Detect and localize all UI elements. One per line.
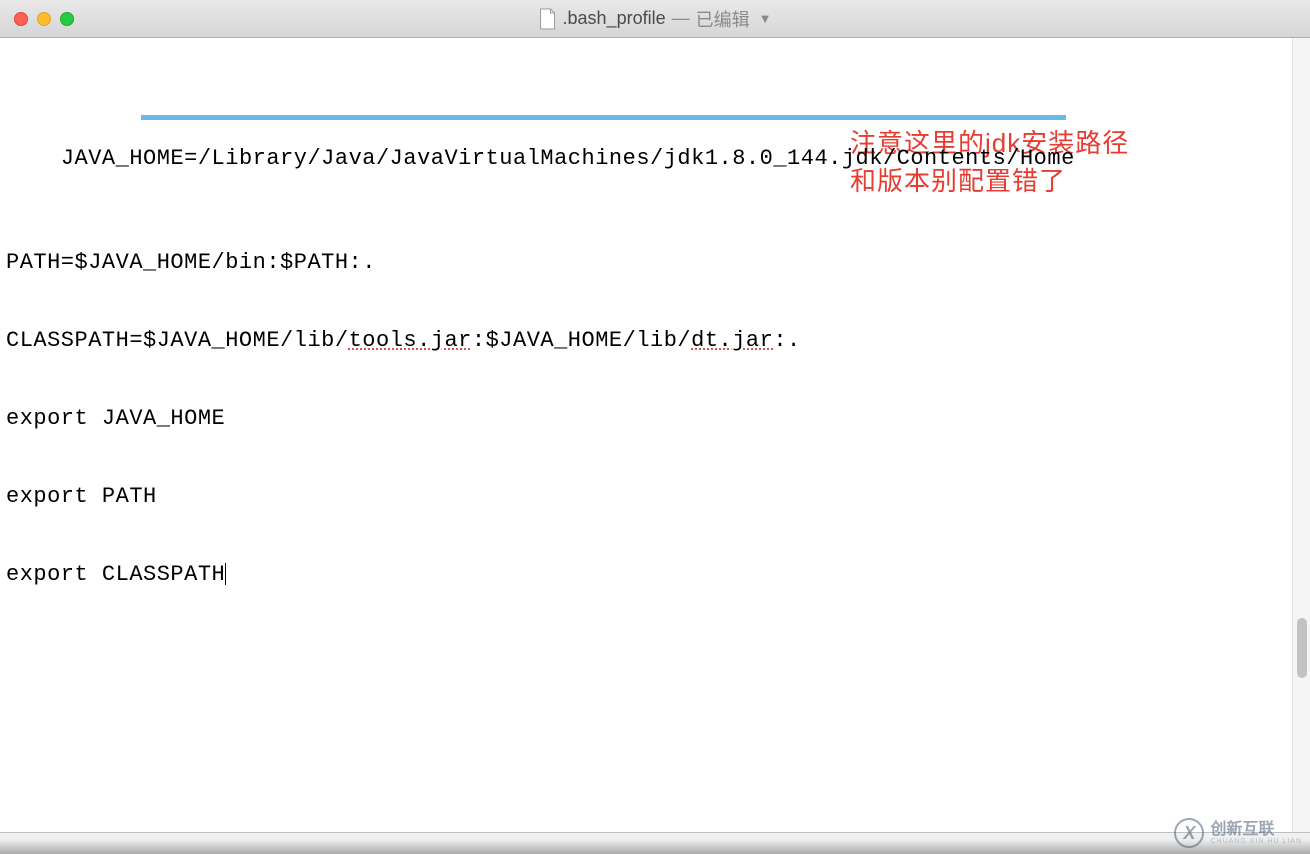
maximize-window-button[interactable] (60, 12, 74, 26)
text-editor-area[interactable]: JAVA_HOME=/Library/Java/JavaVirtualMachi… (0, 38, 1310, 670)
traffic-lights (0, 12, 74, 26)
code-export-classpath: export CLASSPATH (6, 562, 225, 587)
status-bar (0, 832, 1310, 854)
code-classpath-e: :. (773, 328, 800, 353)
code-line-2: PATH=$JAVA_HOME/bin:$PATH:. (6, 250, 1304, 276)
close-window-button[interactable] (14, 12, 28, 26)
title-center[interactable]: .bash_profile — 已编辑 ▼ (539, 6, 772, 32)
document-icon (539, 8, 557, 30)
code-line-4: export JAVA_HOME (6, 406, 1304, 432)
code-export-path: export PATH (6, 484, 157, 509)
code-classpath-c: :$JAVA_HOME/lib/ (472, 328, 691, 353)
window-titlebar: .bash_profile — 已编辑 ▼ (0, 0, 1310, 38)
minimize-window-button[interactable] (37, 12, 51, 26)
text-cursor (225, 563, 226, 585)
code-path: PATH=$JAVA_HOME/bin:$PATH:. (6, 250, 376, 275)
code-classpath-tools: tools.jar (349, 328, 472, 353)
chevron-down-icon[interactable]: ▼ (759, 11, 772, 26)
code-line-3: CLASSPATH=$JAVA_HOME/lib/tools.jar:$JAVA… (6, 328, 1304, 354)
title-status: 已编辑 (696, 6, 750, 32)
code-line-6: export CLASSPATH (6, 562, 1304, 588)
code-java-home-prefix: JAVA_HOME= (61, 146, 198, 171)
vertical-scrollbar-track[interactable] (1292, 38, 1310, 832)
code-line-5: export PATH (6, 484, 1304, 510)
code-export-java-home: export JAVA_HOME (6, 406, 225, 431)
vertical-scrollbar-thumb[interactable] (1297, 618, 1307, 678)
code-java-home-path: /Library/Java/JavaVirtualMachines/jdk1.8… (198, 146, 1075, 171)
title-filename: .bash_profile (563, 8, 666, 29)
code-classpath-a: CLASSPATH=$JAVA_HOME/lib/ (6, 328, 349, 353)
code-classpath-dt: dt.jar (691, 328, 773, 353)
highlight-underline (141, 115, 1066, 120)
title-separator: — (672, 8, 690, 29)
